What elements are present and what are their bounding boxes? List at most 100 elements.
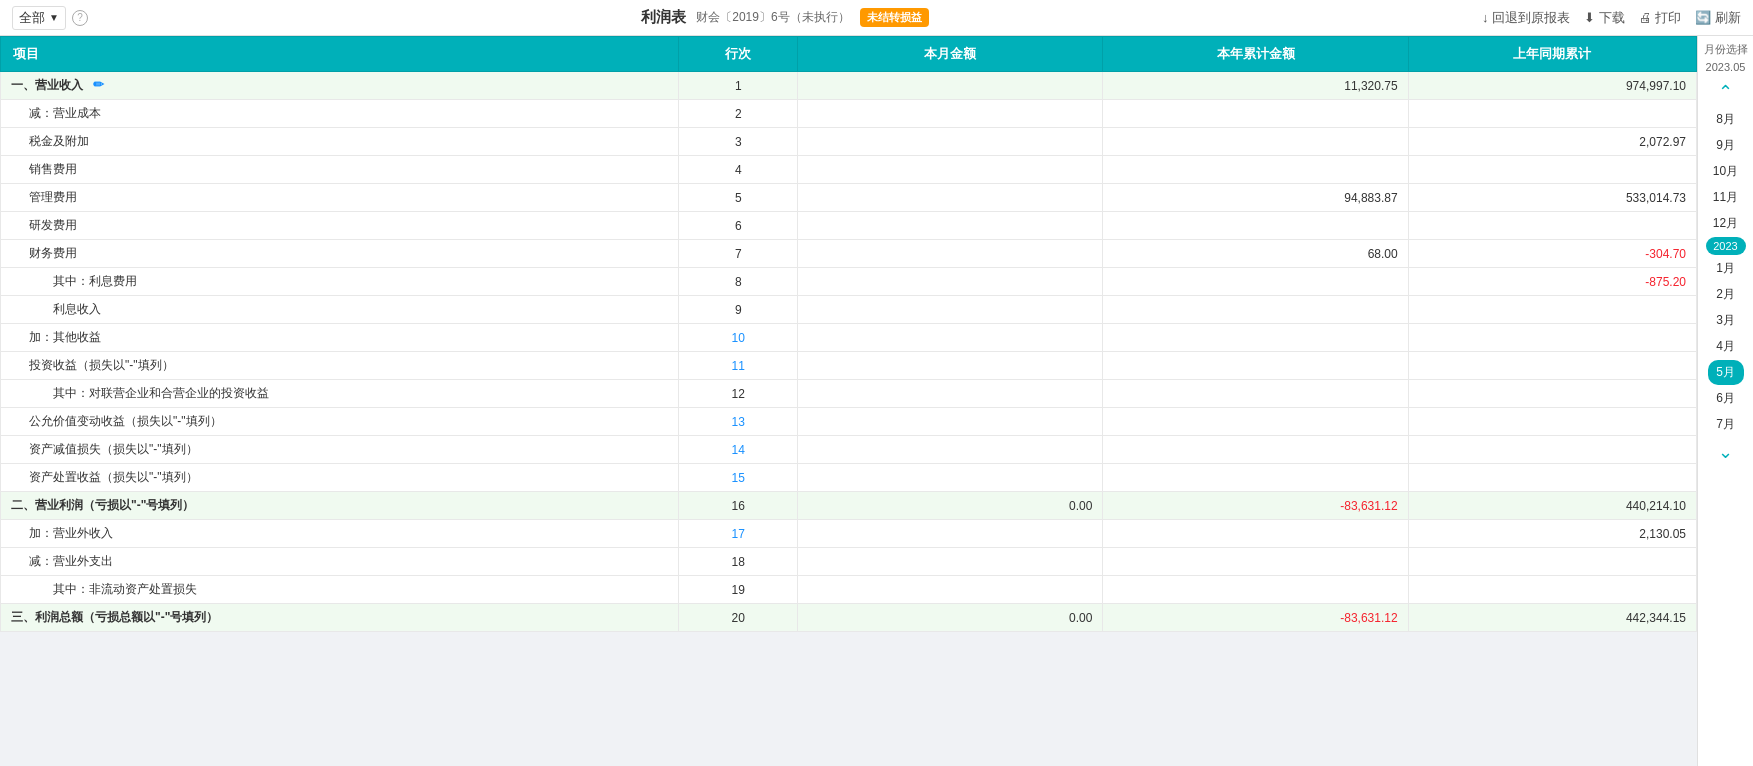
table-row: 财务费用768.00-304.70: [1, 240, 1697, 268]
row-number: 13: [679, 408, 798, 436]
cell-month: [798, 576, 1103, 604]
cell-month: [798, 408, 1103, 436]
month-item[interactable]: 2023: [1706, 237, 1746, 255]
cell-prev: 2,130.05: [1408, 520, 1696, 548]
back-button[interactable]: ↓ 回退到原报表: [1482, 9, 1570, 27]
cell-year: [1103, 408, 1408, 436]
month-item[interactable]: 1月: [1698, 256, 1753, 281]
cell-year: [1103, 212, 1408, 240]
month-item[interactable]: 12月: [1698, 211, 1753, 236]
month-item[interactable]: 5月: [1708, 360, 1744, 385]
row-name: 税金及附加: [1, 128, 679, 156]
row-number: 7: [679, 240, 798, 268]
table-row: 研发费用6: [1, 212, 1697, 240]
edit-icon[interactable]: ✏: [89, 77, 104, 92]
cell-prev: [1408, 436, 1696, 464]
row-name: 二、营业利润（亏损以"-"号填列）: [1, 492, 679, 520]
row-number: 14: [679, 436, 798, 464]
row-name: 管理费用: [1, 184, 679, 212]
cell-month: 0.00: [798, 492, 1103, 520]
table-row: 其中：非流动资产处置损失19: [1, 576, 1697, 604]
month-item[interactable]: 11月: [1698, 185, 1753, 210]
row-name: 减：营业外支出: [1, 548, 679, 576]
cell-prev: 974,997.10: [1408, 72, 1696, 100]
col-header-row: 行次: [679, 37, 798, 72]
table-row: 管理费用594,883.87533,014.73: [1, 184, 1697, 212]
month-list: 8月9月10月11月12月20231月2月3月4月5月6月7月: [1698, 107, 1753, 437]
cell-prev: [1408, 408, 1696, 436]
table-row: 一、营业收入 ✏111,320.75974,997.10: [1, 72, 1697, 100]
cell-month: [798, 100, 1103, 128]
cell-month: [798, 464, 1103, 492]
cell-prev: [1408, 352, 1696, 380]
row-name: 销售费用: [1, 156, 679, 184]
month-item[interactable]: 7月: [1698, 412, 1753, 437]
row-name: 投资收益（损失以"-"填列）: [1, 352, 679, 380]
month-item[interactable]: 3月: [1698, 308, 1753, 333]
row-number: 4: [679, 156, 798, 184]
cell-month: [798, 352, 1103, 380]
table-body: 一、营业收入 ✏111,320.75974,997.10减：营业成本2税金及附加…: [1, 72, 1697, 632]
cell-year: 68.00: [1103, 240, 1408, 268]
cell-month: [798, 520, 1103, 548]
month-scroll-up[interactable]: ⌃: [1714, 77, 1737, 107]
cell-prev: [1408, 576, 1696, 604]
cell-prev: 440,214.10: [1408, 492, 1696, 520]
row-name: 加：其他收益: [1, 324, 679, 352]
table-row: 资产处置收益（损失以"-"填列）15: [1, 464, 1697, 492]
profit-table: 项目 行次 本月金额 本年累计金额 上年同期累计 一、营业收入 ✏111,320…: [0, 36, 1697, 632]
download-button[interactable]: ⬇ 下载: [1584, 9, 1625, 27]
help-icon[interactable]: ?: [72, 10, 88, 26]
month-item[interactable]: 6月: [1698, 386, 1753, 411]
month-label-year: 2023.05: [1706, 61, 1746, 73]
month-item[interactable]: 9月: [1698, 133, 1753, 158]
cell-year: [1103, 128, 1408, 156]
cell-month: [798, 436, 1103, 464]
refresh-button[interactable]: 🔄 刷新: [1695, 9, 1741, 27]
row-name: 公允价值变动收益（损失以"-"填列）: [1, 408, 679, 436]
page-title: 利润表: [641, 8, 686, 27]
table-row: 二、营业利润（亏损以"-"号填列）160.00-83,631.12440,214…: [1, 492, 1697, 520]
cell-prev: [1408, 464, 1696, 492]
row-name: 其中：非流动资产处置损失: [1, 576, 679, 604]
row-number: 15: [679, 464, 798, 492]
cell-year: [1103, 268, 1408, 296]
row-number: 10: [679, 324, 798, 352]
table-row: 利息收入9: [1, 296, 1697, 324]
table-header-row: 项目 行次 本月金额 本年累计金额 上年同期累计: [1, 37, 1697, 72]
month-scroll-down[interactable]: ⌄: [1714, 437, 1737, 467]
col-header-prev: 上年同期累计: [1408, 37, 1696, 72]
month-item[interactable]: 10月: [1698, 159, 1753, 184]
cell-month: [798, 268, 1103, 296]
cell-prev: [1408, 100, 1696, 128]
print-button[interactable]: 🖨 打印: [1639, 9, 1682, 27]
cell-month: [798, 548, 1103, 576]
row-number: 19: [679, 576, 798, 604]
month-item[interactable]: 2月: [1698, 282, 1753, 307]
cell-year: [1103, 464, 1408, 492]
month-item[interactable]: 4月: [1698, 334, 1753, 359]
cell-prev: 442,344.15: [1408, 604, 1696, 632]
cell-year: -83,631.12: [1103, 604, 1408, 632]
cell-year: [1103, 520, 1408, 548]
page-subtitle: 财会〔2019〕6号（未执行）: [696, 9, 849, 26]
cell-prev: [1408, 212, 1696, 240]
table-row: 其中：对联营企业和合营企业的投资收益12: [1, 380, 1697, 408]
table-row: 三、利润总额（亏损总额以"-"号填列）200.00-83,631.12442,3…: [1, 604, 1697, 632]
table-row: 减：营业成本2: [1, 100, 1697, 128]
cell-month: [798, 156, 1103, 184]
cell-month: [798, 324, 1103, 352]
sidebar-right: 月份选择 2023.05 ⌃ 8月9月10月11月12月20231月2月3月4月…: [1697, 36, 1753, 766]
row-name: 三、利润总额（亏损总额以"-"号填列）: [1, 604, 679, 632]
scope-dropdown[interactable]: 全部 ▼: [12, 6, 66, 30]
cell-prev: 533,014.73: [1408, 184, 1696, 212]
top-bar: 全部 ▼ ? 利润表 财会〔2019〕6号（未执行） 未结转损益 ↓ 回退到原报…: [0, 0, 1753, 36]
table-row: 资产减值损失（损失以"-"填列）14: [1, 436, 1697, 464]
cell-prev: [1408, 156, 1696, 184]
cell-month: 0.00: [798, 604, 1103, 632]
status-badge: 未结转损益: [860, 8, 929, 27]
table-area: 项目 行次 本月金额 本年累计金额 上年同期累计 一、营业收入 ✏111,320…: [0, 36, 1697, 766]
cell-prev: -875.20: [1408, 268, 1696, 296]
month-item[interactable]: 8月: [1698, 107, 1753, 132]
cell-prev: [1408, 324, 1696, 352]
